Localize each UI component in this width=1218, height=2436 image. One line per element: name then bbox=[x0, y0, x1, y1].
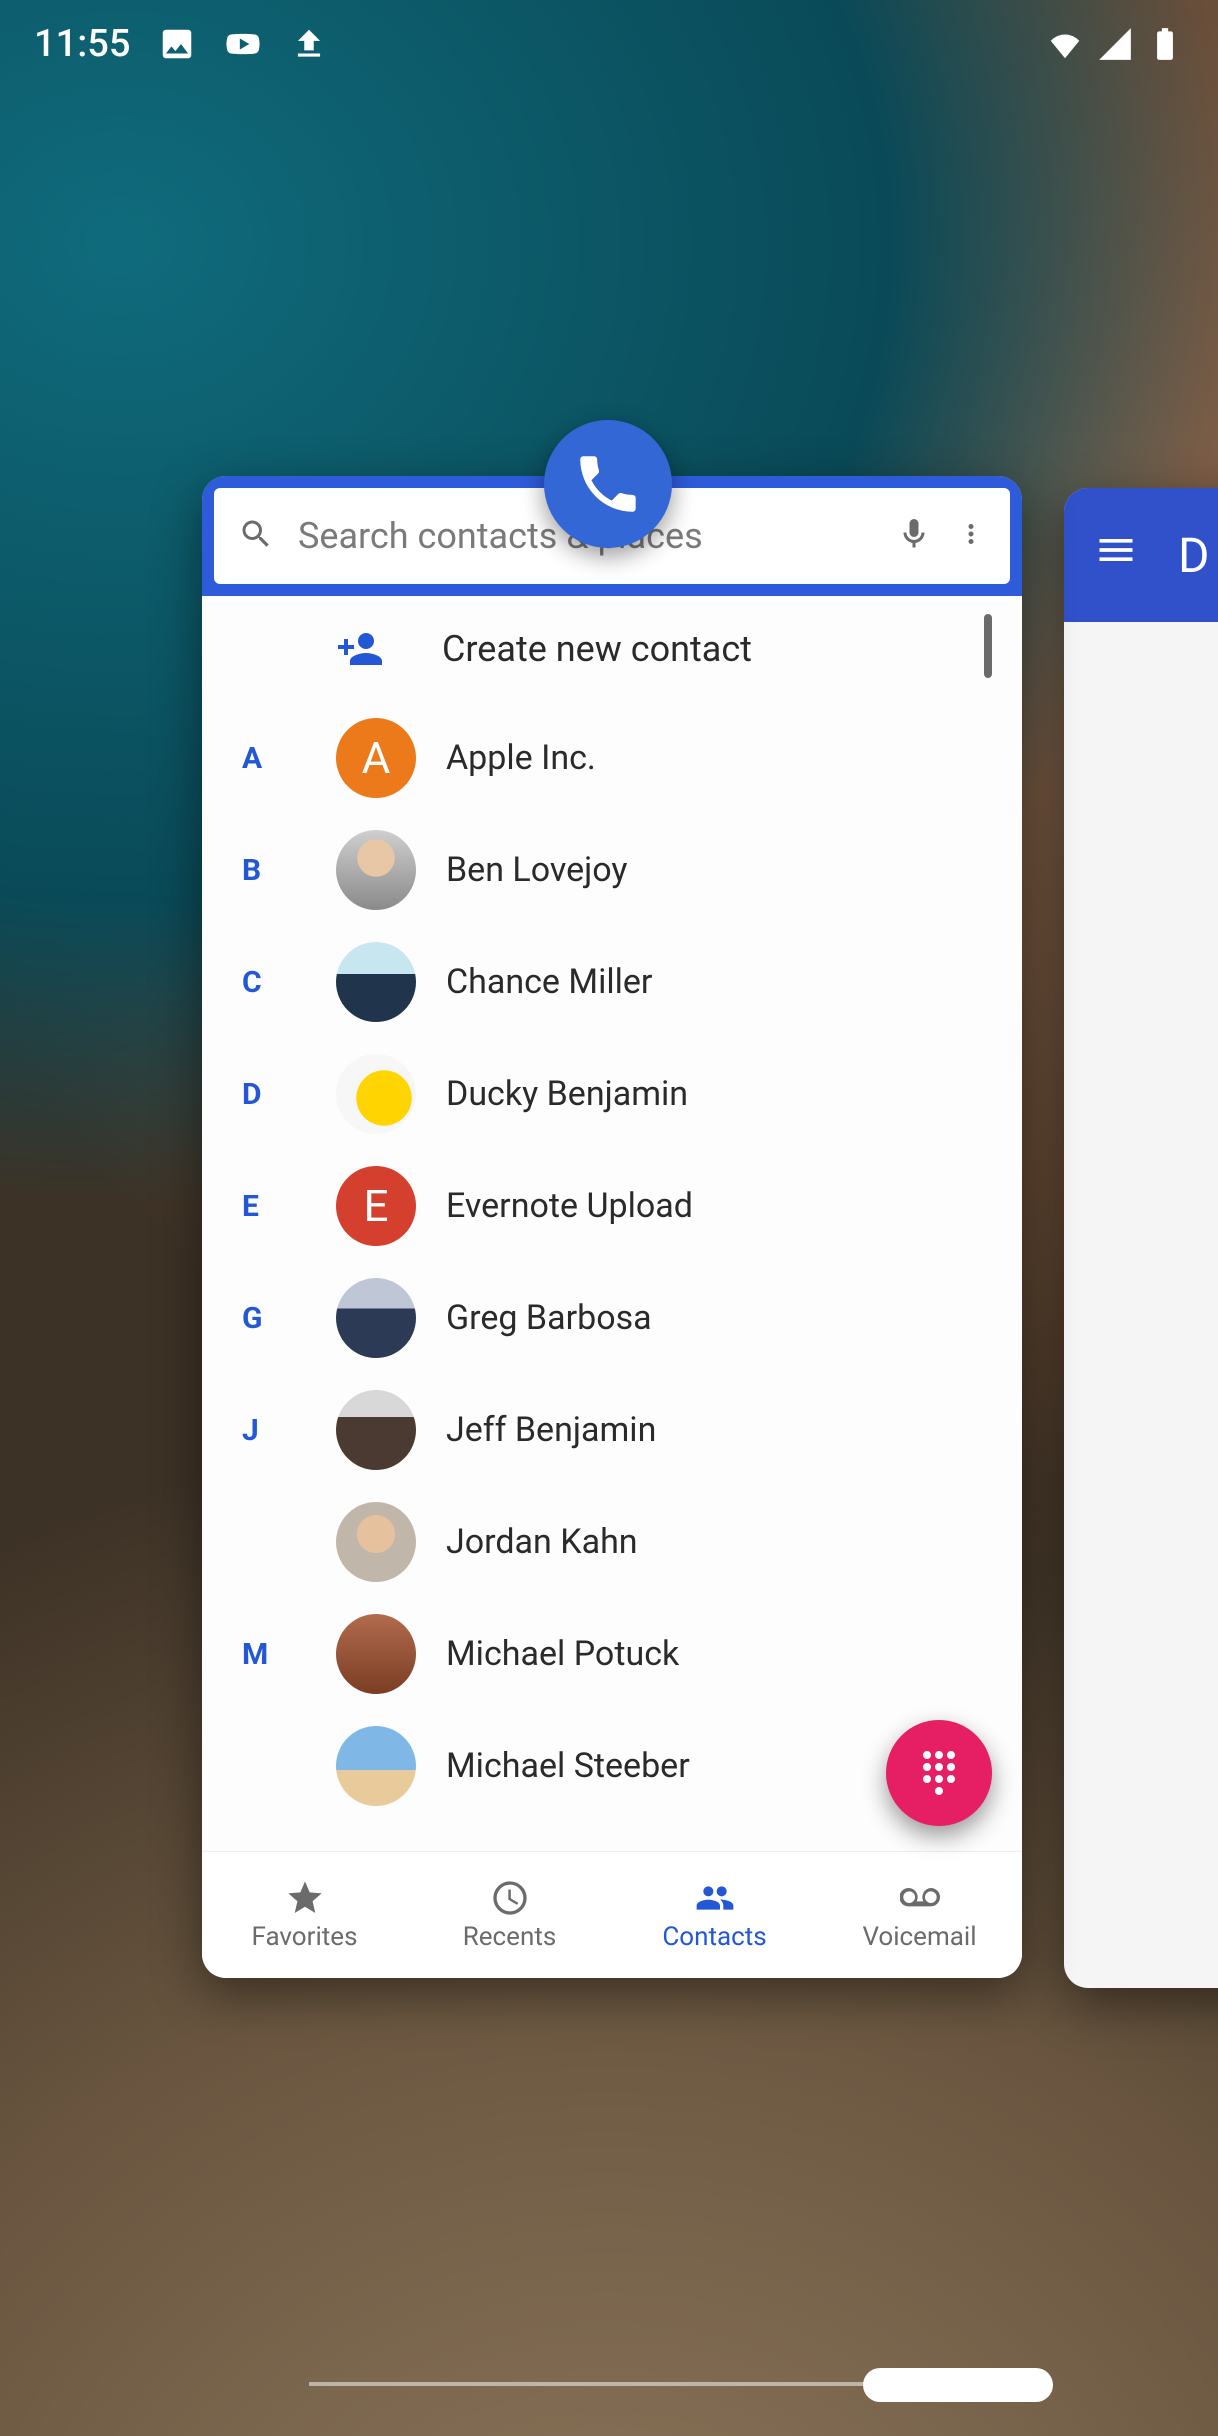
contact-avatar bbox=[336, 1614, 416, 1694]
contact-name: Michael Potuck bbox=[446, 1634, 679, 1674]
scroll-indicator[interactable] bbox=[984, 614, 992, 678]
contact-avatar bbox=[336, 1054, 416, 1134]
contacts-list[interactable]: Create new contact AA Apple Inc. B Ben Love… bbox=[202, 596, 1022, 1851]
contact-row[interactable]: G Greg Barbosa bbox=[202, 1262, 1022, 1374]
nav-contacts-label: Contacts bbox=[662, 1922, 766, 1952]
nav-recents[interactable]: Recents bbox=[407, 1852, 612, 1978]
nav-favorites[interactable]: Favorites bbox=[202, 1852, 407, 1978]
phone-app-card[interactable]: Search contacts & places Create new cont… bbox=[202, 476, 1022, 1978]
star-icon bbox=[285, 1878, 325, 1918]
status-time: 11:55 bbox=[34, 22, 130, 66]
contact-avatar bbox=[336, 830, 416, 910]
section-letter: E bbox=[242, 1189, 336, 1224]
contact-row[interactable]: J Jeff Benjamin bbox=[202, 1374, 1022, 1486]
bottom-nav: Favorites Recents Contacts Voicemail bbox=[202, 1851, 1022, 1978]
secondary-appbar: D bbox=[1064, 488, 1218, 622]
wifi-icon bbox=[1046, 25, 1084, 63]
clock-icon bbox=[490, 1878, 530, 1918]
section-letter: C bbox=[242, 965, 336, 1000]
contact-avatar bbox=[336, 942, 416, 1022]
contact-name: Ben Lovejoy bbox=[446, 850, 628, 890]
voicemail-icon bbox=[900, 1878, 940, 1918]
contact-row[interactable]: ·Jordan Kahn bbox=[202, 1486, 1022, 1598]
contact-avatar bbox=[336, 1502, 416, 1582]
upload-icon bbox=[290, 25, 328, 63]
nav-contacts[interactable]: Contacts bbox=[612, 1852, 817, 1978]
section-letter: D bbox=[242, 1077, 336, 1112]
contact-row[interactable]: B Ben Lovejoy bbox=[202, 814, 1022, 926]
contact-name: Evernote Upload bbox=[446, 1186, 693, 1226]
contact-avatar: E bbox=[336, 1166, 416, 1246]
contact-row[interactable]: EE Evernote Upload bbox=[202, 1150, 1022, 1262]
nav-recents-label: Recents bbox=[463, 1922, 557, 1952]
create-new-contact[interactable]: Create new contact bbox=[202, 596, 1022, 702]
overflow-icon[interactable] bbox=[956, 516, 986, 556]
contact-avatar bbox=[336, 1278, 416, 1358]
create-contact-label: Create new contact bbox=[442, 628, 752, 670]
cell-icon bbox=[1096, 25, 1134, 63]
status-bar: 11:55 bbox=[0, 0, 1218, 88]
contact-avatar bbox=[336, 1726, 416, 1806]
nav-favorites-label: Favorites bbox=[252, 1922, 358, 1952]
section-letter: J bbox=[242, 1413, 336, 1448]
contact-name: Chance Miller bbox=[446, 962, 652, 1002]
home-pill[interactable] bbox=[863, 2368, 1053, 2402]
nav-track bbox=[309, 2382, 909, 2386]
dialpad-icon bbox=[915, 1749, 963, 1797]
contact-name: Jordan Kahn bbox=[446, 1522, 638, 1562]
secondary-title-initial: D bbox=[1178, 527, 1210, 584]
search-icon bbox=[238, 516, 274, 556]
youtube-icon bbox=[224, 25, 262, 63]
dialpad-fab[interactable] bbox=[886, 1720, 992, 1826]
section-letter: G bbox=[242, 1301, 336, 1336]
phone-icon bbox=[571, 447, 645, 521]
contact-name: Jeff Benjamin bbox=[446, 1410, 656, 1450]
contact-row[interactable]: AA Apple Inc. bbox=[202, 702, 1022, 814]
mic-icon[interactable] bbox=[896, 516, 932, 556]
contact-row[interactable]: D Ducky Benjamin bbox=[202, 1038, 1022, 1150]
section-letter: A bbox=[242, 741, 336, 776]
nav-voicemail-label: Voicemail bbox=[862, 1922, 976, 1952]
add-contact-icon bbox=[336, 625, 384, 673]
contact-name: Apple Inc. bbox=[446, 738, 596, 778]
contact-avatar bbox=[336, 1390, 416, 1470]
nav-voicemail[interactable]: Voicemail bbox=[817, 1852, 1022, 1978]
contact-name: Ducky Benjamin bbox=[446, 1074, 688, 1114]
hamburger-icon[interactable] bbox=[1094, 527, 1138, 584]
contact-name: Greg Barbosa bbox=[446, 1298, 652, 1338]
contact-row[interactable]: M Michael Potuck bbox=[202, 1598, 1022, 1710]
image-icon bbox=[158, 25, 196, 63]
recent-app-card-secondary[interactable]: D bbox=[1064, 488, 1218, 1988]
section-letter: B bbox=[242, 853, 336, 888]
contact-row[interactable]: C Chance Miller bbox=[202, 926, 1022, 1038]
phone-app-icon[interactable] bbox=[544, 420, 672, 548]
section-letter: M bbox=[242, 1637, 336, 1672]
battery-icon bbox=[1146, 25, 1184, 63]
contact-avatar: A bbox=[336, 718, 416, 798]
people-icon bbox=[695, 1878, 735, 1918]
contact-name: Michael Steeber bbox=[446, 1746, 690, 1786]
